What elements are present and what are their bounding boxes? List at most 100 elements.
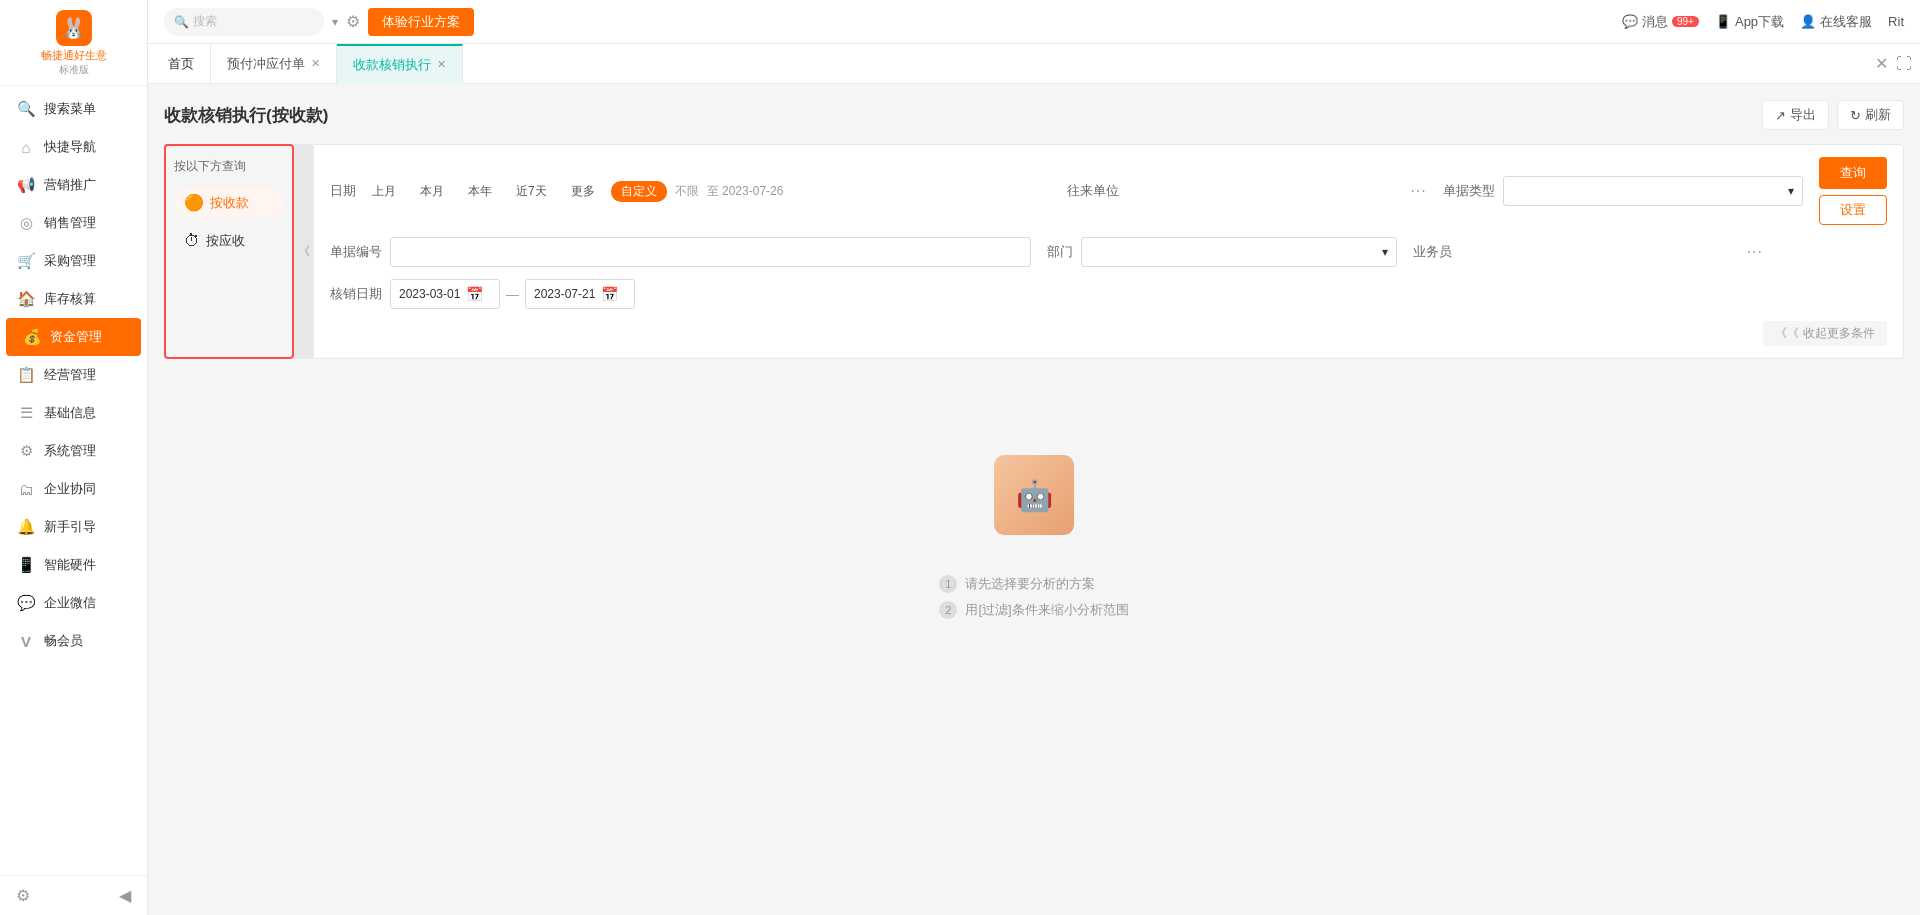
service-icon: 👤 bbox=[1800, 14, 1816, 29]
hardware-icon: 📱 bbox=[16, 556, 36, 574]
search-box[interactable]: 🔍 搜索 bbox=[164, 8, 324, 36]
tab-prepay-offset[interactable]: 预付冲应付单 ✕ bbox=[211, 44, 337, 84]
page-title: 收款核销执行(按收款) bbox=[164, 104, 328, 127]
basic-icon: ☰ bbox=[16, 404, 36, 422]
topbar-gear-icon[interactable]: ⚙ bbox=[346, 12, 360, 31]
date-options-group: 上月 本月 本年 近7天 更多 自定义 不限 至 2023-07-26 bbox=[364, 181, 783, 202]
doc-type-select[interactable]: ▾ bbox=[1503, 176, 1803, 206]
filter-row-1: 日期 上月 本月 本年 近7天 更多 自定义 不限 至 2023-07-26 bbox=[330, 157, 1887, 225]
docno-input[interactable] bbox=[390, 237, 1031, 267]
hardware-label: 智能硬件 bbox=[44, 556, 96, 574]
collapse-more-button[interactable]: 《《 收起更多条件 bbox=[1763, 321, 1887, 346]
expand-icon[interactable]: ⛶ bbox=[1896, 55, 1912, 73]
sidebar-item-finance[interactable]: 💰 资金管理 bbox=[6, 318, 141, 356]
tip2-num: 2 bbox=[939, 601, 957, 619]
filter-date-item: 日期 上月 本月 本年 近7天 更多 自定义 不限 至 2023-07-26 bbox=[330, 181, 1051, 202]
search-menu-icon: 🔍 bbox=[16, 100, 36, 118]
purchase-label: 采购管理 bbox=[44, 252, 96, 270]
filter-docno-item: 单据编号 bbox=[330, 237, 1031, 267]
filter-collapse-button[interactable]: 《 bbox=[294, 144, 314, 359]
page-actions: ↗ 导出 ↻ 刷新 bbox=[1762, 100, 1904, 130]
empty-tips: 1 请先选择要分析的方案 2 用[过滤]条件来缩小分析范围 bbox=[939, 575, 1128, 619]
last-month-btn[interactable]: 上月 bbox=[364, 181, 404, 202]
system-label: 系统管理 bbox=[44, 442, 96, 460]
solution-button[interactable]: 体验行业方案 bbox=[368, 8, 474, 36]
sidebar-item-sales[interactable]: ◎ 销售管理 bbox=[0, 204, 147, 242]
service-label: 在线客服 bbox=[1820, 13, 1872, 31]
collapse-arrow-icon: 《 bbox=[298, 243, 310, 260]
message-button[interactable]: 💬 消息 99+ bbox=[1622, 13, 1699, 31]
receivable-option-icon: ⏱ bbox=[184, 232, 200, 250]
last-7days-btn[interactable]: 近7天 bbox=[508, 181, 555, 202]
query-button[interactable]: 查询 bbox=[1819, 157, 1887, 189]
sales-label: 销售管理 bbox=[44, 214, 96, 232]
marketing-icon: 📢 bbox=[16, 176, 36, 194]
refresh-button[interactable]: ↻ 刷新 bbox=[1837, 100, 1904, 130]
dropdown-arrow-icon[interactable]: ▾ bbox=[332, 15, 338, 29]
sidebar-item-inventory[interactable]: 🏠 库存核算 bbox=[0, 280, 147, 318]
sidebar-item-quick-nav[interactable]: ⌂ 快捷导航 bbox=[0, 128, 147, 166]
sidebar-menu: 🔍 搜索菜单 ⌂ 快捷导航 📢 营销推广 ◎ 销售管理 🛒 采购管理 🏠 库存核… bbox=[0, 86, 147, 875]
filter-by-receipt[interactable]: 🟠 按收款 bbox=[174, 187, 284, 218]
message-icon: 💬 bbox=[1622, 14, 1638, 29]
main-area: 🔍 搜索 ▾ ⚙ 体验行业方案 💬 消息 99+ 📱 App下载 👤 在线客服 … bbox=[148, 0, 1920, 915]
custom-date-btn[interactable]: 自定义 bbox=[611, 181, 667, 202]
filter-panel-title: 按以下方查询 bbox=[174, 158, 284, 175]
doc-type-chevron-icon: ▾ bbox=[1788, 184, 1794, 198]
verify-date-end[interactable]: 2023-07-21 📅 bbox=[525, 279, 635, 309]
app-icon: 📱 bbox=[1715, 14, 1731, 29]
tab-home-label: 首页 bbox=[168, 55, 194, 73]
sidebar-bottom: ⚙ ◀ bbox=[0, 875, 147, 915]
tabbar-actions: ✕ ⛶ bbox=[1875, 54, 1912, 73]
more-date-btn[interactable]: 更多 bbox=[563, 181, 603, 202]
sidebar-item-enterprise[interactable]: 🗂 企业协同 bbox=[0, 470, 147, 508]
filter-doc-type-item: 单据类型 ▾ bbox=[1443, 176, 1803, 206]
verify-date-start[interactable]: 2023-03-01 📅 bbox=[390, 279, 500, 309]
settings-icon[interactable]: ⚙ bbox=[16, 886, 30, 905]
sidebar-item-wechat[interactable]: 💬 企业微信 bbox=[0, 584, 147, 622]
tab-prepay-label: 预付冲应付单 bbox=[227, 55, 305, 73]
tab-receive-offset[interactable]: 收款核销执行 ✕ bbox=[337, 44, 463, 84]
logo-version: 标准版 bbox=[59, 63, 89, 77]
dept-select[interactable]: ▾ bbox=[1081, 237, 1397, 267]
operation-icon: 📋 bbox=[16, 366, 36, 384]
robot-face-icon: 🤖 bbox=[1016, 478, 1053, 513]
logo-icon: 🐰 bbox=[56, 10, 92, 46]
close-window-icon[interactable]: ✕ bbox=[1875, 54, 1888, 73]
filter-by-receivable[interactable]: ⏱ 按应收 bbox=[174, 226, 284, 256]
sidebar-item-marketing[interactable]: 📢 营销推广 bbox=[0, 166, 147, 204]
collapse-more-icon: 《《 bbox=[1775, 325, 1799, 342]
filter-options-panel: 按以下方查询 🟠 按收款 ⏱ 按应收 bbox=[164, 144, 294, 359]
sidebar-item-vip[interactable]: V 畅会员 bbox=[0, 622, 147, 660]
collapse-more-label: 收起更多条件 bbox=[1803, 325, 1875, 342]
empty-illustration: 🤖 bbox=[974, 455, 1094, 555]
setting-button[interactable]: 设置 bbox=[1819, 195, 1887, 225]
tip1-num: 1 bbox=[939, 575, 957, 593]
sidebar-item-hardware[interactable]: 📱 智能硬件 bbox=[0, 546, 147, 584]
counterpart-more-icon[interactable]: ··· bbox=[1410, 182, 1426, 200]
tab-home[interactable]: 首页 bbox=[152, 44, 211, 84]
verify-end-value: 2023-07-21 bbox=[534, 287, 595, 301]
this-year-btn[interactable]: 本年 bbox=[460, 181, 500, 202]
sidebar-item-operation[interactable]: 📋 经营管理 bbox=[0, 356, 147, 394]
this-month-btn[interactable]: 本月 bbox=[412, 181, 452, 202]
tab-receive-close-icon[interactable]: ✕ bbox=[437, 58, 446, 71]
tab-prepay-close-icon[interactable]: ✕ bbox=[311, 57, 320, 70]
salesman-more-icon[interactable]: ··· bbox=[1747, 243, 1763, 261]
search-menu-label: 搜索菜单 bbox=[44, 100, 96, 118]
sidebar-item-purchase[interactable]: 🛒 采购管理 bbox=[0, 242, 147, 280]
topbar-right: 💬 消息 99+ 📱 App下载 👤 在线客服 Rit bbox=[1622, 13, 1904, 31]
empty-state: 🤖 1 请先选择要分析的方案 2 用[过滤]条件来缩小分析范围 bbox=[164, 375, 1904, 699]
sidebar-item-basic[interactable]: ☰ 基础信息 bbox=[0, 394, 147, 432]
sidebar-item-search-menu[interactable]: 🔍 搜索菜单 bbox=[0, 90, 147, 128]
sidebar-item-system[interactable]: ⚙ 系统管理 bbox=[0, 432, 147, 470]
export-button[interactable]: ↗ 导出 bbox=[1762, 100, 1829, 130]
app-download-button[interactable]: 📱 App下载 bbox=[1715, 13, 1784, 31]
vip-icon: V bbox=[16, 633, 36, 650]
content-area: 收款核销执行(按收款) ↗ 导出 ↻ 刷新 按以下方查询 🟠 按收款 bbox=[148, 84, 1920, 915]
collapse-icon[interactable]: ◀ bbox=[119, 886, 131, 905]
sidebar-item-guide[interactable]: 🔔 新手引导 bbox=[0, 508, 147, 546]
filter-row-3: 核销日期 2023-03-01 📅 — 2023-07-21 📅 bbox=[330, 279, 1887, 309]
online-service-button[interactable]: 👤 在线客服 bbox=[1800, 13, 1872, 31]
empty-tip-2: 2 用[过滤]条件来缩小分析范围 bbox=[939, 601, 1128, 619]
